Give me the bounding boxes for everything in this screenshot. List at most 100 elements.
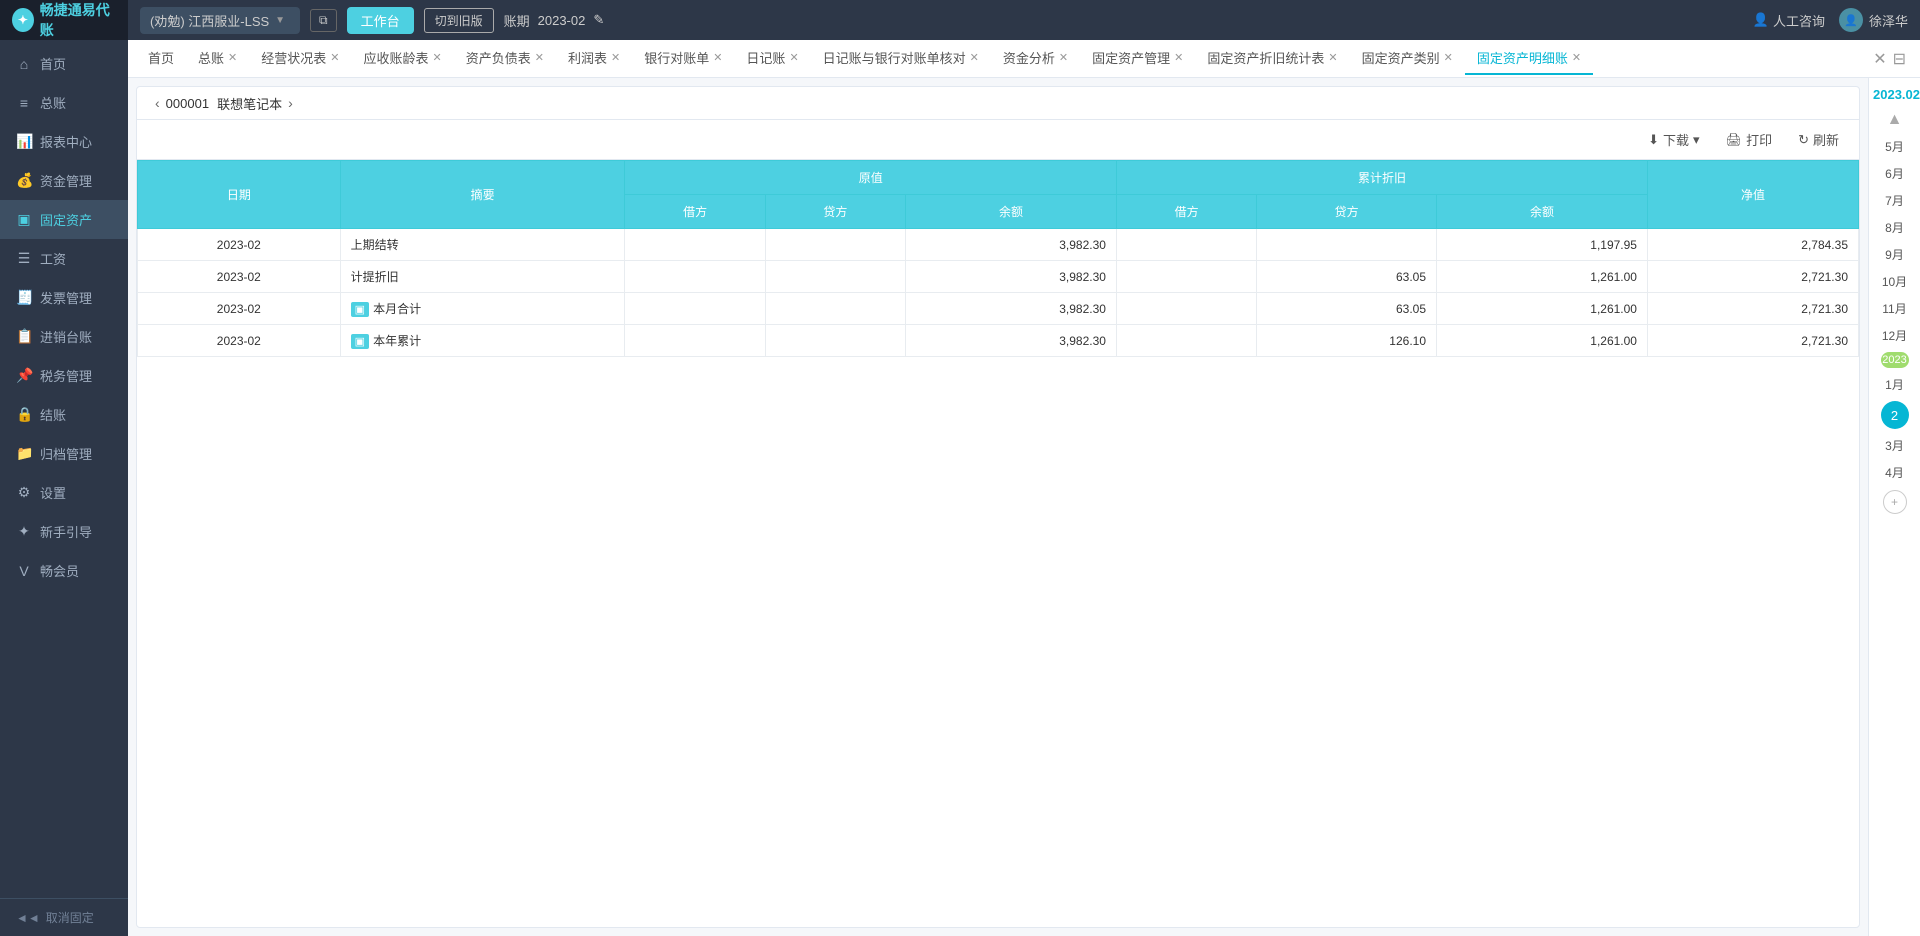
timeline-circle-btn[interactable]: + bbox=[1883, 490, 1907, 514]
switch-version-btn[interactable]: 切到旧版 bbox=[424, 8, 494, 33]
tab-ops-label: 经营状况表 bbox=[261, 48, 326, 67]
header-right: 👤 人工咨询 👤 徐泽华 bbox=[1753, 8, 1908, 32]
asset-name: 联想笔记本 bbox=[217, 94, 282, 113]
fund-icon: 💰 bbox=[16, 172, 32, 189]
avatar: 👤 bbox=[1839, 8, 1863, 32]
timeline-month-7[interactable]: 7月 bbox=[1869, 187, 1920, 214]
tab-fixed-dep[interactable]: 固定资产折旧统计表 ✕ bbox=[1195, 42, 1349, 75]
timeline-up-btn[interactable]: ▲ bbox=[1883, 107, 1907, 133]
tab-fixed-mgmt[interactable]: 固定资产管理 ✕ bbox=[1080, 42, 1195, 75]
close-all-icon[interactable]: ✕ bbox=[1873, 49, 1886, 69]
sidebar: ✦ 畅捷通易代账 ⌂ 首页 ≡ 总账 📊 报表中心 💰 资金管理 ▣ 固定资产 … bbox=[0, 0, 128, 936]
sidebar-item-settings[interactable]: ⚙ 设置 bbox=[0, 473, 128, 512]
sidebar-item-ledger[interactable]: ≡ 总账 bbox=[0, 83, 128, 122]
settings-icon: ⚙ bbox=[16, 484, 32, 501]
tab-journal[interactable]: 日记账 ✕ bbox=[734, 42, 810, 75]
th-yuanzhi-balance: 余额 bbox=[905, 195, 1116, 229]
right-timeline: 2023.02 ▲ 5月 6月 7月 8月 9月 10月 11月 12月 202… bbox=[1868, 78, 1920, 936]
tab-journal-close[interactable]: ✕ bbox=[789, 51, 798, 64]
tab-ar-close[interactable]: ✕ bbox=[433, 51, 442, 64]
tabs-bar: 首页 总账 ✕ 经营状况表 ✕ 应收账龄表 ✕ 资产负债表 ✕ 利润表 ✕ 银行… bbox=[128, 40, 1920, 78]
cancel-fixed-btn[interactable]: ◄◄ 取消固定 bbox=[0, 898, 128, 936]
print-icon: 🖨 bbox=[1726, 132, 1743, 148]
download-btn[interactable]: ⬇ 下载 ▾ bbox=[1640, 126, 1707, 153]
sidebar-item-fund[interactable]: 💰 资金管理 bbox=[0, 161, 128, 200]
sidebar-item-sales[interactable]: 📋 进销台账 bbox=[0, 317, 128, 356]
timeline-month-10[interactable]: 10月 bbox=[1869, 268, 1920, 295]
sidebar-item-invoice[interactable]: 🧾 发票管理 bbox=[0, 278, 128, 317]
tab-fd-close[interactable]: ✕ bbox=[1328, 51, 1337, 64]
app-name: 畅捷通易代账 bbox=[40, 0, 116, 40]
sidebar-nav: ⌂ 首页 ≡ 总账 📊 报表中心 💰 资金管理 ▣ 固定资产 ☰ 工资 🧾 发票… bbox=[0, 40, 128, 898]
sidebar-item-payroll[interactable]: ☰ 工资 bbox=[0, 239, 128, 278]
tab-ar-aging[interactable]: 应收账龄表 ✕ bbox=[351, 42, 453, 75]
copy-btn[interactable]: ⧉ bbox=[310, 9, 337, 32]
tab-bank-close[interactable]: ✕ bbox=[713, 51, 722, 64]
tab-ops-close[interactable]: ✕ bbox=[330, 51, 339, 64]
th-summary: 摘要 bbox=[340, 161, 625, 229]
timeline-month-5[interactable]: 5月 bbox=[1869, 133, 1920, 160]
tab-fixed-cat[interactable]: 固定资产类别 ✕ bbox=[1350, 42, 1465, 75]
sub-tab-asset[interactable]: 000001 联想笔记本 bbox=[166, 94, 282, 113]
main-area: (劝勉) 江西服业-LSS ▼ ⧉ 工作台 切到旧版 账期 2023-02 ✎ … bbox=[128, 0, 1920, 936]
tab-ab-close[interactable]: ✕ bbox=[535, 51, 544, 64]
workbench-btn[interactable]: 工作台 bbox=[347, 7, 414, 34]
tab-fdet-label: 固定资产明细账 bbox=[1477, 48, 1568, 67]
edit-period-icon[interactable]: ✎ bbox=[593, 12, 604, 28]
tab-fdet-close[interactable]: ✕ bbox=[1572, 51, 1581, 64]
sidebar-label-ledger: 总账 bbox=[40, 93, 66, 112]
sidebar-label-settings: 设置 bbox=[40, 483, 66, 502]
th-accum-credit: 贷方 bbox=[1257, 195, 1437, 229]
tab-profit[interactable]: 利润表 ✕ bbox=[556, 42, 632, 75]
timeline-month-12[interactable]: 12月 bbox=[1869, 322, 1920, 349]
sidebar-label-reports: 报表中心 bbox=[40, 132, 92, 151]
timeline-year-top[interactable]: 2023.02 bbox=[1869, 82, 1920, 107]
company-selector[interactable]: (劝勉) 江西服业-LSS ▼ bbox=[140, 7, 300, 34]
refresh-btn[interactable]: ↻ 刷新 bbox=[1790, 126, 1847, 153]
tab-ledger-close[interactable]: ✕ bbox=[228, 51, 237, 64]
th-original-value: 原值 bbox=[625, 161, 1116, 195]
tab-asset-balance[interactable]: 资产负债表 ✕ bbox=[454, 42, 556, 75]
tab-fa-close[interactable]: ✕ bbox=[1059, 51, 1068, 64]
sidebar-item-home[interactable]: ⌂ 首页 bbox=[0, 44, 128, 83]
timeline-month-9[interactable]: 9月 bbox=[1869, 241, 1920, 268]
sidebar-label-guide: 新手引导 bbox=[40, 522, 92, 541]
sidebar-item-guide[interactable]: ✦ 新手引导 bbox=[0, 512, 128, 551]
print-btn[interactable]: 🖨 打印 bbox=[1718, 126, 1781, 153]
sub-tab-prev-btn[interactable]: ‹ bbox=[149, 93, 166, 113]
tab-jbc-close[interactable]: ✕ bbox=[970, 51, 979, 64]
tab-home[interactable]: 首页 bbox=[136, 42, 186, 75]
tab-fc-close[interactable]: ✕ bbox=[1444, 51, 1453, 64]
tab-journal-bank-check[interactable]: 日记账与银行对账单核对 ✕ bbox=[811, 42, 991, 75]
user-menu[interactable]: 👤 徐泽华 bbox=[1839, 8, 1908, 32]
tab-fund-analysis[interactable]: 资金分析 ✕ bbox=[991, 42, 1080, 75]
sidebar-item-vip[interactable]: V 畅会员 bbox=[0, 551, 128, 590]
sidebar-item-fixed[interactable]: ▣ 固定资产 bbox=[0, 200, 128, 239]
th-accum-balance: 余额 bbox=[1437, 195, 1648, 229]
timeline-month-11[interactable]: 11月 bbox=[1869, 295, 1920, 322]
tabs-menu-icon[interactable]: ⊟ bbox=[1893, 49, 1906, 69]
tab-bank-stmt[interactable]: 银行对账单 ✕ bbox=[632, 42, 734, 75]
timeline-month-1[interactable]: 1月 bbox=[1869, 371, 1920, 398]
support-btn[interactable]: 👤 人工咨询 bbox=[1753, 11, 1825, 30]
tab-ledger[interactable]: 总账 ✕ bbox=[186, 42, 249, 75]
sidebar-item-closing[interactable]: 🔒 结账 bbox=[0, 395, 128, 434]
th-yuanzhi-debit: 借方 bbox=[625, 195, 765, 229]
header: (劝勉) 江西服业-LSS ▼ ⧉ 工作台 切到旧版 账期 2023-02 ✎ … bbox=[128, 0, 1920, 40]
sidebar-item-tax[interactable]: 📌 税务管理 bbox=[0, 356, 128, 395]
tab-fixed-detail[interactable]: 固定资产明细账 ✕ bbox=[1465, 42, 1593, 75]
timeline-month-4[interactable]: 4月 bbox=[1869, 459, 1920, 486]
sidebar-item-reports[interactable]: 📊 报表中心 bbox=[0, 122, 128, 161]
tab-ops-status[interactable]: 经营状况表 ✕ bbox=[249, 42, 351, 75]
timeline-active-month[interactable]: 2 bbox=[1881, 401, 1909, 429]
support-icon: 👤 bbox=[1753, 12, 1769, 28]
tab-profit-close[interactable]: ✕ bbox=[611, 51, 620, 64]
table-row: 2023-02▣本月合计3,982.3063.051,261.002,721.3… bbox=[138, 293, 1859, 325]
timeline-month-8[interactable]: 8月 bbox=[1869, 214, 1920, 241]
main-panel: ‹ 000001 联想笔记本 › ⬇ 下载 ▾ 🖨 bbox=[128, 78, 1868, 936]
tab-fm-close[interactable]: ✕ bbox=[1174, 51, 1183, 64]
sub-tab-next-btn[interactable]: › bbox=[282, 93, 299, 113]
sidebar-item-archive[interactable]: 📁 归档管理 bbox=[0, 434, 128, 473]
timeline-month-6[interactable]: 6月 bbox=[1869, 160, 1920, 187]
timeline-month-3[interactable]: 3月 bbox=[1869, 432, 1920, 459]
